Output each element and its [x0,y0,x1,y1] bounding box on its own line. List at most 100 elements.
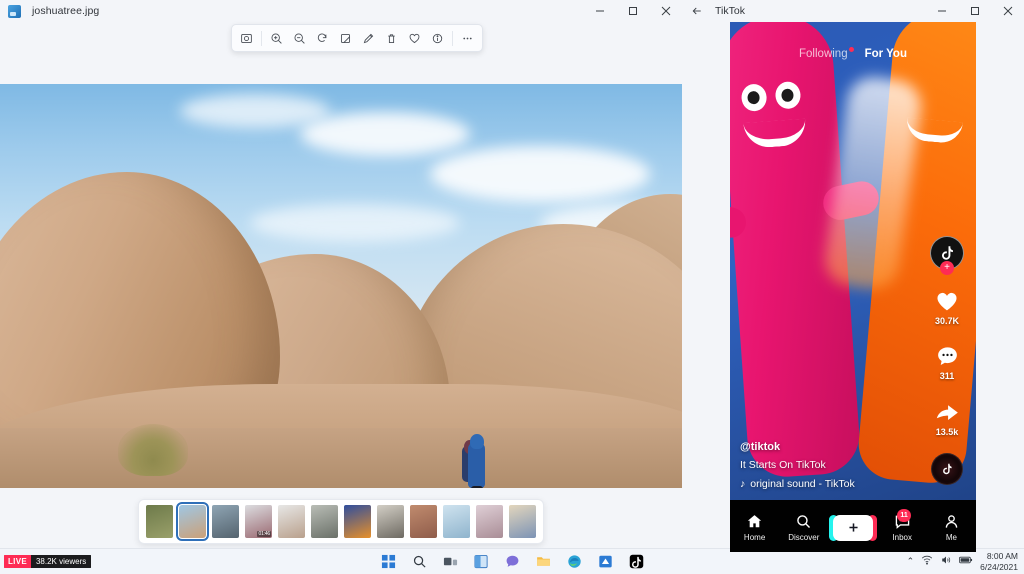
tab-following[interactable]: Following [799,48,848,60]
tiktok-bottom-nav: Home Discover [730,500,976,552]
desert-ground [0,428,682,488]
filmstrip-thumbnail[interactable] [443,505,470,538]
delete-icon[interactable] [381,28,402,49]
filmstrip-thumbnail[interactable] [179,505,206,538]
feed-tabs: Following For You [730,48,976,60]
desert-bush [118,424,188,476]
like-count: 30.7K [935,316,959,326]
tab-for-you[interactable]: For You [865,48,907,60]
video-music[interactable]: ♪ original sound - TikTok [740,478,910,490]
action-rail: + 30.7K 311 [924,236,970,485]
avatar[interactable]: + [930,236,964,270]
tab-for-you-label: For You [865,48,907,60]
cloud-shape [180,94,330,128]
photos-titlebar[interactable]: joshuatree.jpg [0,0,682,22]
share-count: 13.5k [936,427,959,437]
filmstrip-thumbnail[interactable] [212,505,239,538]
tiktok-window: TikTok [682,0,1024,548]
network-icon[interactable] [921,553,933,571]
rotate-icon[interactable] [312,28,333,49]
fit-to-window-icon[interactable] [236,28,257,49]
tiktok-icon[interactable] [625,551,647,573]
filmstrip-thumbnail[interactable] [146,505,173,538]
person-icon [943,513,960,530]
filmstrip-thumbnail[interactable] [311,505,338,538]
edit-pen-icon[interactable] [358,28,379,49]
nav-create[interactable] [828,515,877,541]
photos-window-controls [583,0,682,22]
toolbar-divider [261,31,262,46]
chat-icon[interactable] [501,551,523,573]
widgets-icon[interactable] [470,551,492,573]
live-viewer-count: 38.2K viewers [31,555,91,568]
tiktok-close-button[interactable] [991,0,1024,22]
info-icon[interactable] [427,28,448,49]
photos-minimize-button[interactable] [583,0,616,22]
comment-button[interactable]: 311 [935,344,960,381]
store-icon[interactable] [594,551,616,573]
nav-discover[interactable]: Discover [779,513,828,542]
filmstrip[interactable]: 01:46 [138,499,544,544]
zoom-in-icon[interactable] [266,28,287,49]
filmstrip-thumbnail[interactable] [509,505,536,538]
photos-close-button[interactable] [649,0,682,22]
filmstrip-container: 01:46 [0,499,682,544]
nav-discover-label: Discover [788,533,819,542]
file-explorer-icon[interactable] [532,551,554,573]
plus-icon[interactable] [833,515,873,541]
more-options-icon[interactable] [457,28,478,49]
tiktok-maximize-button[interactable] [958,0,991,22]
live-badge[interactable]: LIVE 38.2K viewers [4,554,91,569]
zoom-out-icon[interactable] [289,28,310,49]
filmstrip-thumbnail[interactable] [377,505,404,538]
filmstrip-thumbnail[interactable] [278,505,305,538]
music-disc-icon[interactable] [931,453,963,485]
taskbar-icons [377,551,647,573]
chevron-up-icon[interactable]: ⌃ [907,556,915,567]
nav-home[interactable]: Home [730,513,779,542]
task-view-icon[interactable] [439,551,461,573]
filmstrip-thumbnail[interactable] [344,505,371,538]
edge-icon[interactable] [563,551,585,573]
volume-icon[interactable] [940,553,952,571]
start-icon[interactable] [377,551,399,573]
video-username[interactable]: @tiktok [740,441,910,453]
filmstrip-thumbnail[interactable]: 01:46 [245,505,272,538]
follow-plus-icon[interactable]: + [940,261,954,275]
nav-home-label: Home [744,533,765,542]
system-tray: ⌃ 8:00 AM [907,551,1018,573]
video-description: It Starts On TikTok [740,459,910,471]
back-arrow-icon[interactable] [689,3,705,19]
comment-count: 311 [940,371,955,381]
tab-following-label: Following [799,48,848,60]
taskbar-clock[interactable]: 8:00 AM 6/24/2021 [980,551,1018,573]
video-caption: @tiktok It Starts On TikTok ♪ original s… [740,441,910,490]
tiktok-feed[interactable]: Following For You + [730,22,976,552]
filmstrip-thumbnail[interactable] [476,505,503,538]
photos-maximize-button[interactable] [616,0,649,22]
tiktok-titlebar[interactable]: TikTok [682,0,1024,22]
tiktok-window-controls [925,0,1024,22]
following-notification-dot [849,47,854,52]
battery-icon[interactable] [959,553,973,571]
photo-viewer[interactable] [0,84,682,488]
home-icon [746,513,763,530]
nav-inbox-label: Inbox [892,533,912,542]
clock-time: 8:00 AM [980,551,1018,562]
cloud-shape [250,204,460,242]
share-button[interactable]: 13.5k [934,399,960,437]
tiktok-minimize-button[interactable] [925,0,958,22]
hiker-figure [462,432,492,488]
nav-inbox[interactable]: 11 Inbox [878,513,927,542]
search-icon[interactable] [408,551,430,573]
favorite-heart-icon[interactable] [404,28,425,49]
nav-me-label: Me [946,533,957,542]
like-button[interactable]: 30.7K [934,288,960,326]
nav-me[interactable]: Me [927,513,976,542]
music-note-icon: ♪ [740,478,745,490]
photo-toolbar [231,24,483,52]
cloud-shape [430,146,650,202]
music-title: original sound - TikTok [750,478,854,490]
crop-icon[interactable] [335,28,356,49]
filmstrip-thumbnail[interactable] [410,505,437,538]
